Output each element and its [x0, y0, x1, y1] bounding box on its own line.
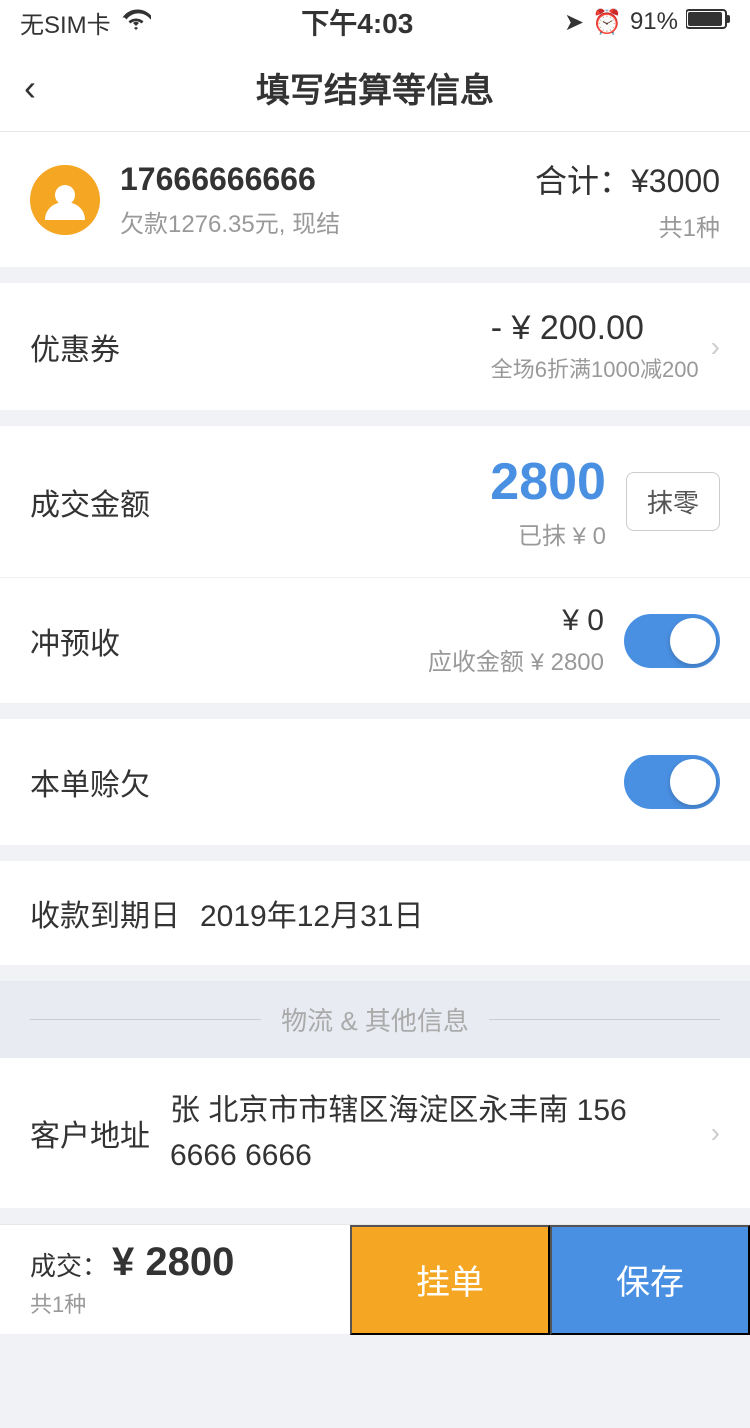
avatar: [30, 165, 100, 235]
deal-amount: 2800: [490, 452, 606, 512]
prepay-amount-block: ¥ 0 应收金额 ¥ 2800: [428, 604, 604, 677]
divider-section: 物流 & 其他信息: [0, 981, 750, 1058]
address-arrow-icon: ›: [711, 1117, 720, 1149]
debt-toggle-knob: [670, 759, 716, 805]
status-bar: 无SIM卡 下午4:03 ➤ ⏰ 91%: [0, 0, 750, 44]
toggle-knob: [670, 618, 716, 664]
address-value: 张 北京市市辖区海淀区永丰南 156 6666 6666: [170, 1088, 701, 1178]
battery-icon: [686, 8, 730, 37]
duedate-row: 收款到期日 2019年12月31日: [0, 861, 750, 965]
location-icon: ➤: [564, 8, 584, 37]
status-right: ➤ ⏰ 91%: [564, 8, 730, 37]
prepay-amount: ¥ 0: [428, 604, 604, 638]
bottom-amount: ¥ 2800: [112, 1240, 234, 1285]
coupon-row[interactable]: 优惠券 - ¥ 200.00 全场6折满1000减200 ›: [0, 283, 750, 410]
page-title: 填写结算等信息: [256, 63, 494, 112]
prepay-receivable: 应收金额 ¥ 2800: [428, 642, 604, 677]
status-left: 无SIM卡: [20, 5, 151, 40]
address-row[interactable]: 客户地址 张 北京市市辖区海淀区永丰南 156 6666 6666 ›: [0, 1058, 750, 1208]
customer-right: 合计：¥3000 共1种: [535, 156, 720, 243]
prepay-toggle[interactable]: [624, 614, 720, 668]
bottom-bar: 成交： ¥ 2800 共1种 挂单 保存: [0, 1224, 750, 1334]
customer-left: 17666666666 欠款1276.35元, 现结: [30, 161, 340, 239]
debt-row: 本单赊欠: [0, 719, 750, 845]
deal-label: 成交金额: [30, 480, 150, 524]
total-count: 共1种: [535, 208, 720, 243]
divider-line-right: [489, 1019, 720, 1020]
deal-section: 成交金额 2800 已抹 ¥ 0 抹零 冲预收 ¥ 0 应收金额 ¥ 2800: [0, 426, 750, 703]
battery-text: 91%: [630, 8, 678, 36]
customer-debt: 欠款1276.35元, 现结: [120, 204, 340, 239]
total-amount: 合计：¥3000: [535, 156, 720, 202]
wifi-icon: [121, 8, 151, 37]
coupon-description: 全场6折满1000减200: [491, 352, 699, 384]
deal-right: 2800 已抹 ¥ 0 抹零: [490, 452, 720, 551]
duedate-value: 2019年12月31日: [200, 891, 423, 935]
save-button[interactable]: 保存: [550, 1225, 750, 1335]
bottom-deal-label: 成交：: [30, 1246, 108, 1283]
carrier-text: 无SIM卡: [20, 5, 111, 40]
divider-text: 物流 & 其他信息: [281, 1001, 469, 1038]
customer-info: 17666666666 欠款1276.35元, 现结: [120, 161, 340, 239]
duedate-label: 收款到期日: [30, 891, 180, 935]
customer-card: 17666666666 欠款1276.35元, 现结 合计：¥3000 共1种: [0, 132, 750, 267]
prepay-row: 冲预收 ¥ 0 应收金额 ¥ 2800: [0, 577, 750, 703]
alarm-icon: ⏰: [592, 8, 622, 37]
coupon-label: 优惠券: [30, 325, 120, 369]
deal-row: 成交金额 2800 已抹 ¥ 0 抹零: [0, 426, 750, 577]
hold-button[interactable]: 挂单: [350, 1225, 550, 1335]
debt-label: 本单赊欠: [30, 760, 150, 804]
divider-line-left: [30, 1019, 261, 1020]
debt-toggle[interactable]: [624, 755, 720, 809]
bottom-summary: 成交： ¥ 2800 共1种: [0, 1240, 350, 1319]
back-button[interactable]: ‹: [24, 67, 36, 109]
prepay-label: 冲预收: [30, 619, 120, 663]
deal-erased: 已抹 ¥ 0: [490, 516, 606, 551]
bottom-count: 共1种: [30, 1287, 320, 1319]
nav-bar: ‹ 填写结算等信息: [0, 44, 750, 132]
status-time: 下午4:03: [301, 2, 413, 42]
coupon-arrow-icon: ›: [711, 331, 720, 363]
coupon-discount: - ¥ 200.00: [491, 309, 699, 348]
prepay-right: ¥ 0 应收金额 ¥ 2800: [428, 604, 720, 677]
address-label: 客户地址: [30, 1111, 150, 1155]
coupon-right: - ¥ 200.00 全场6折满1000减200 ›: [491, 309, 720, 384]
roundoff-button[interactable]: 抹零: [626, 472, 720, 531]
customer-phone: 17666666666: [120, 161, 340, 198]
